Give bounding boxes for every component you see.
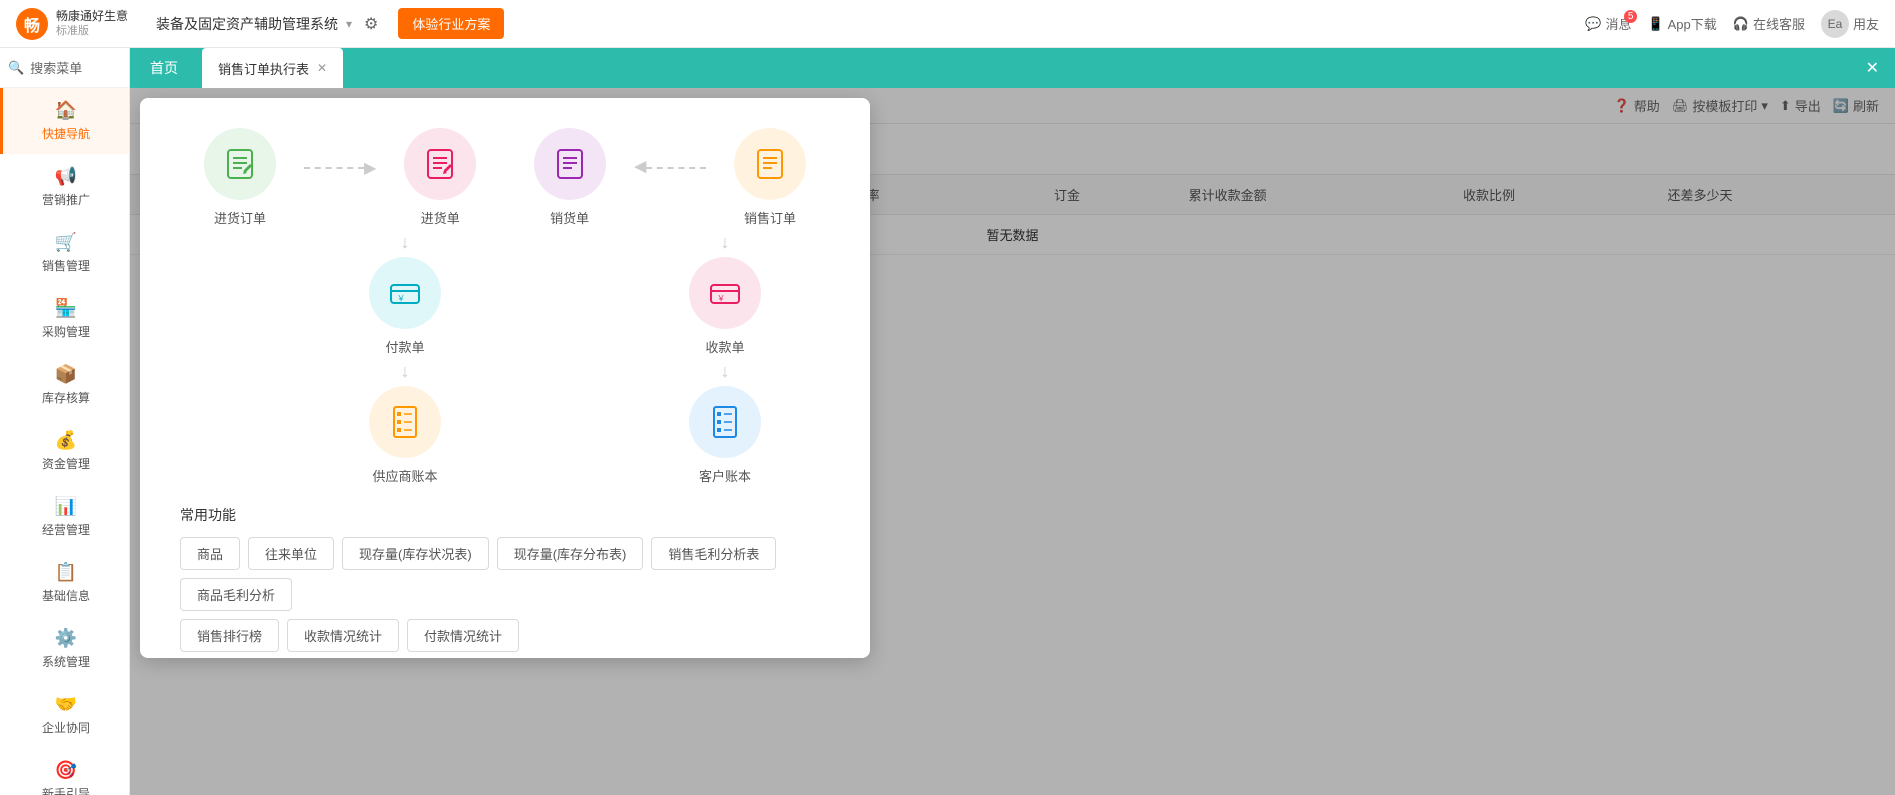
online-service-button[interactable]: 🎧 在线客服	[1733, 14, 1805, 33]
logo-section: 畅 畅康通好生意 标准版	[16, 8, 146, 40]
enterprise-icon: 🤝	[55, 694, 77, 715]
basic-info-icon: 📋	[55, 562, 77, 583]
supplier-account-circle[interactable]	[369, 386, 441, 458]
sidebar-item-purchase[interactable]: 🏪 采购管理	[0, 286, 129, 352]
payment-label: 付款单	[385, 337, 424, 356]
content-area: 首页 销售订单执行表 ✕ ✕ ❓ 帮助 🖨 按模板打印	[130, 48, 1895, 795]
down-arrow-supplier: ↓	[401, 356, 410, 386]
download-icon: 📱	[1647, 16, 1663, 32]
tab-bar-close-button[interactable]: ✕	[1850, 58, 1895, 78]
sales-order-node[interactable]: 销售订单	[710, 128, 830, 227]
app-download-button[interactable]: 📱 App下载	[1647, 14, 1716, 33]
logo-icon: 畅	[16, 8, 48, 40]
tab-sales-order[interactable]: 销售订单执行表 ✕	[202, 48, 343, 88]
purchase-bill-node[interactable]: 进货单	[380, 128, 500, 227]
down-arrow-payment: ↓	[401, 227, 410, 257]
down-arrow-customer: ↓	[721, 356, 730, 386]
customer-account-circle[interactable]	[689, 386, 761, 458]
purchase-order-label: 进货订单	[214, 208, 266, 227]
common-btn-stock-status[interactable]: 现存量(库存状况表)	[342, 537, 489, 570]
sales-order-label: 销售订单	[744, 208, 796, 227]
search-icon: 🔍	[8, 60, 24, 76]
common-section-title: 常用功能	[180, 505, 830, 525]
system-title: 装备及固定资产辅助管理系统 ▾ ⚙ 体验行业方案	[146, 8, 1585, 39]
sidebar-item-operations[interactable]: 📊 经营管理	[0, 484, 129, 550]
logo-text: 畅康通好生意 标准版	[56, 9, 128, 39]
page-content: ❓ 帮助 🖨 按模板打印 ▾ ⬆ 导出 🔄 刷新	[130, 88, 1895, 795]
chevron-down-icon[interactable]: ▾	[346, 17, 352, 31]
sidebar-item-enterprise[interactable]: 🤝 企业协同	[0, 682, 129, 748]
receipt-node[interactable]: ￥ 收款单	[665, 257, 785, 356]
common-btn-sales-rank[interactable]: 销售排行榜	[180, 619, 279, 652]
svg-text:￥: ￥	[717, 294, 725, 303]
purchase-icon: 🏪	[55, 298, 77, 319]
customer-account-node[interactable]: 客户账本	[665, 386, 785, 485]
sidebar-item-marketing[interactable]: 📢 营销推广	[0, 154, 129, 220]
common-btn-receipt-stats[interactable]: 收款情况统计	[287, 619, 399, 652]
supplier-account-node[interactable]: 供应商账本	[345, 386, 465, 485]
sales-bill-circle[interactable]	[534, 128, 606, 200]
system-icon: ⚙️	[55, 628, 77, 649]
purchase-bill-label: 进货单	[421, 208, 460, 227]
tab-close-icon[interactable]: ✕	[317, 61, 327, 75]
top-right-actions: 💬 消息 5 📱 App下载 🎧 在线客服 Ea 用友	[1585, 10, 1879, 38]
system-name: 装备及固定资产辅助管理系统	[156, 14, 338, 34]
common-btn-product-profit[interactable]: 商品毛利分析	[180, 578, 292, 611]
sales-bill-label: 销货单	[550, 208, 589, 227]
finance-icon: 💰	[55, 430, 77, 451]
sales-order-circle[interactable]	[734, 128, 806, 200]
marketing-icon: 📢	[55, 166, 77, 187]
user-menu[interactable]: Ea 用友	[1821, 10, 1879, 38]
headset-icon: 🎧	[1733, 16, 1749, 32]
svg-text:￥: ￥	[397, 294, 405, 303]
common-btn-contact[interactable]: 往来单位	[248, 537, 334, 570]
flow-diagram: 进货订单 ▶	[180, 128, 830, 485]
popup-body: 进货订单 ▶	[140, 98, 870, 658]
receipt-label: 收款单	[705, 337, 744, 356]
sidebar-item-system[interactable]: ⚙️ 系统管理	[0, 616, 129, 682]
common-buttons-group: 商品 往来单位 现存量(库存状况表) 现存量(库存分布表) 销售毛利分析表 商品…	[180, 537, 830, 611]
popup-box: 进货订单 ▶	[140, 98, 870, 658]
common-buttons-group-2: 销售排行榜 收款情况统计 付款情况统计	[180, 619, 830, 652]
sales-icon: 🛒	[55, 232, 77, 253]
gear-icon[interactable]: ⚙	[360, 10, 382, 38]
trial-button[interactable]: 体验行业方案	[398, 8, 504, 39]
supplier-account-label: 供应商账本	[372, 466, 437, 485]
tab-home[interactable]: 首页	[130, 48, 198, 88]
message-badge: 5	[1624, 10, 1638, 23]
message-icon: 💬	[1585, 16, 1601, 32]
sidebar-item-inventory[interactable]: 📦 库存核算	[0, 352, 129, 418]
operations-icon: 📊	[55, 496, 77, 517]
common-functions-section: 常用功能 商品 往来单位 现存量(库存状况表) 现存量(库存分布表) 销售毛利分…	[180, 505, 830, 652]
payment-node[interactable]: ￥ 付款单	[345, 257, 465, 356]
sidebar: 🔍 搜索菜单 🏠 快捷导航 📢 营销推广 🛒 销售管理 🏪 采购管理 📦	[0, 48, 130, 795]
common-btn-payment-stats[interactable]: 付款情况统计	[407, 619, 519, 652]
purchase-order-node[interactable]: 进货订单	[180, 128, 300, 227]
purchase-bill-circle[interactable]	[404, 128, 476, 200]
newbie-icon: 🎯	[55, 760, 77, 781]
customer-account-label: 客户账本	[699, 466, 751, 485]
purchase-order-circle[interactable]	[204, 128, 276, 200]
down-arrow-receipt: ↓	[721, 227, 730, 257]
inventory-icon: 📦	[55, 364, 77, 385]
sidebar-item-sales[interactable]: 🛒 销售管理	[0, 220, 129, 286]
sidebar-item-basic-info[interactable]: 📋 基础信息	[0, 550, 129, 616]
tab-bar: 首页 销售订单执行表 ✕ ✕	[130, 48, 1895, 88]
popup-overlay: 进货订单 ▶	[130, 88, 1895, 795]
receipt-circle[interactable]: ￥	[689, 257, 761, 329]
common-btn-sales-profit[interactable]: 销售毛利分析表	[651, 537, 776, 570]
message-button[interactable]: 💬 消息 5	[1585, 14, 1631, 33]
sales-bill-node[interactable]: 销货单	[510, 128, 630, 227]
sidebar-item-quick-nav[interactable]: 🏠 快捷导航	[0, 88, 129, 154]
avatar: Ea	[1821, 10, 1849, 38]
common-btn-product[interactable]: 商品	[180, 537, 240, 570]
home-icon: 🏠	[55, 100, 77, 121]
sidebar-item-finance[interactable]: 💰 资金管理	[0, 418, 129, 484]
sidebar-item-newbie[interactable]: 🎯 新手引导	[0, 748, 129, 795]
common-btn-stock-dist[interactable]: 现存量(库存分布表)	[497, 537, 644, 570]
search-menu-button[interactable]: 🔍 搜索菜单	[0, 48, 129, 88]
payment-circle[interactable]: ￥	[369, 257, 441, 329]
